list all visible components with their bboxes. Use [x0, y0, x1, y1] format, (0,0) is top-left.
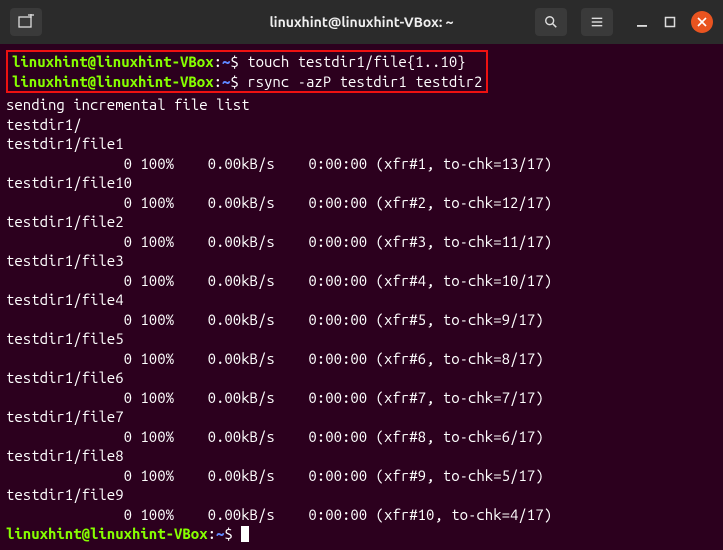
output-filename: testdir1/file10 — [6, 173, 717, 193]
new-tab-button[interactable] — [10, 8, 42, 36]
search-button[interactable] — [535, 8, 567, 36]
output-stats: 0 100% 0.00kB/s 0:00:00 (xfr#10, to-chk=… — [6, 505, 717, 525]
output-filename: testdir1/file3 — [6, 251, 717, 271]
prompt-dollar: $ — [230, 53, 238, 70]
output-filename: testdir1/file2 — [6, 212, 717, 232]
titlebar-left — [10, 8, 42, 36]
output-filename: testdir1/file9 — [6, 485, 717, 505]
output-filename: testdir1/file1 — [6, 134, 717, 154]
titlebar: linuxhint@linuxhint-VBox: ~ — [0, 0, 723, 44]
prompt-colon: : — [208, 525, 216, 542]
output-stats: 0 100% 0.00kB/s 0:00:00 (xfr#4, to-chk=1… — [6, 271, 717, 291]
output-filename: testdir1/file8 — [6, 446, 717, 466]
minimize-button[interactable] — [635, 15, 649, 29]
command-line-1: linuxhint@linuxhint-VBox:~$ touch testdi… — [12, 52, 482, 72]
output-stats: 0 100% 0.00kB/s 0:00:00 (xfr#8, to-chk=6… — [6, 427, 717, 447]
command-text: touch testdir1/file{1..10} — [239, 53, 466, 70]
output-filename: testdir1/file5 — [6, 329, 717, 349]
command-line-2: linuxhint@linuxhint-VBox:~$ rsync -azP t… — [12, 72, 482, 92]
output-stats: 0 100% 0.00kB/s 0:00:00 (xfr#6, to-chk=8… — [6, 349, 717, 369]
terminal-area[interactable]: linuxhint@linuxhint-VBox:~$ touch testdi… — [0, 44, 723, 550]
prompt-dollar: $ — [224, 525, 232, 542]
output-stats: 0 100% 0.00kB/s 0:00:00 (xfr#9, to-chk=5… — [6, 466, 717, 486]
output-filename: testdir1/file7 — [6, 407, 717, 427]
output-filename: testdir1/file4 — [6, 290, 717, 310]
close-button[interactable] — [691, 11, 713, 33]
output-stats: 0 100% 0.00kB/s 0:00:00 (xfr#2, to-chk=1… — [6, 193, 717, 213]
titlebar-right — [535, 8, 713, 36]
prompt-user: linuxhint@linuxhint-VBox — [12, 53, 214, 70]
output-stats: 0 100% 0.00kB/s 0:00:00 (xfr#5, to-chk=9… — [6, 310, 717, 330]
window-controls — [635, 11, 713, 33]
prompt-user: linuxhint@linuxhint-VBox — [6, 525, 208, 542]
menu-button[interactable] — [581, 8, 613, 36]
output-filename: testdir1/file6 — [6, 368, 717, 388]
output-stats: 0 100% 0.00kB/s 0:00:00 (xfr#7, to-chk=7… — [6, 388, 717, 408]
window-title: linuxhint@linuxhint-VBox: ~ — [269, 14, 453, 30]
prompt-colon: : — [214, 53, 222, 70]
prompt-line: linuxhint@linuxhint-VBox:~$ — [6, 524, 717, 544]
command-text: rsync -azP testdir1 testdir2 — [239, 73, 483, 90]
output-dir: testdir1/ — [6, 115, 717, 135]
output-stats: 0 100% 0.00kB/s 0:00:00 (xfr#1, to-chk=1… — [6, 154, 717, 174]
output-stats: 0 100% 0.00kB/s 0:00:00 (xfr#3, to-chk=1… — [6, 232, 717, 252]
file-output: testdir1/file1 0 100% 0.00kB/s 0:00:00 (… — [6, 134, 717, 524]
prompt-user: linuxhint@linuxhint-VBox — [12, 73, 214, 90]
prompt-dollar: $ — [230, 73, 238, 90]
command-highlight: linuxhint@linuxhint-VBox:~$ touch testdi… — [6, 50, 488, 93]
cursor — [241, 526, 249, 542]
output-header: sending incremental file list — [6, 95, 717, 115]
prompt-colon: : — [214, 73, 222, 90]
maximize-button[interactable] — [663, 15, 677, 29]
